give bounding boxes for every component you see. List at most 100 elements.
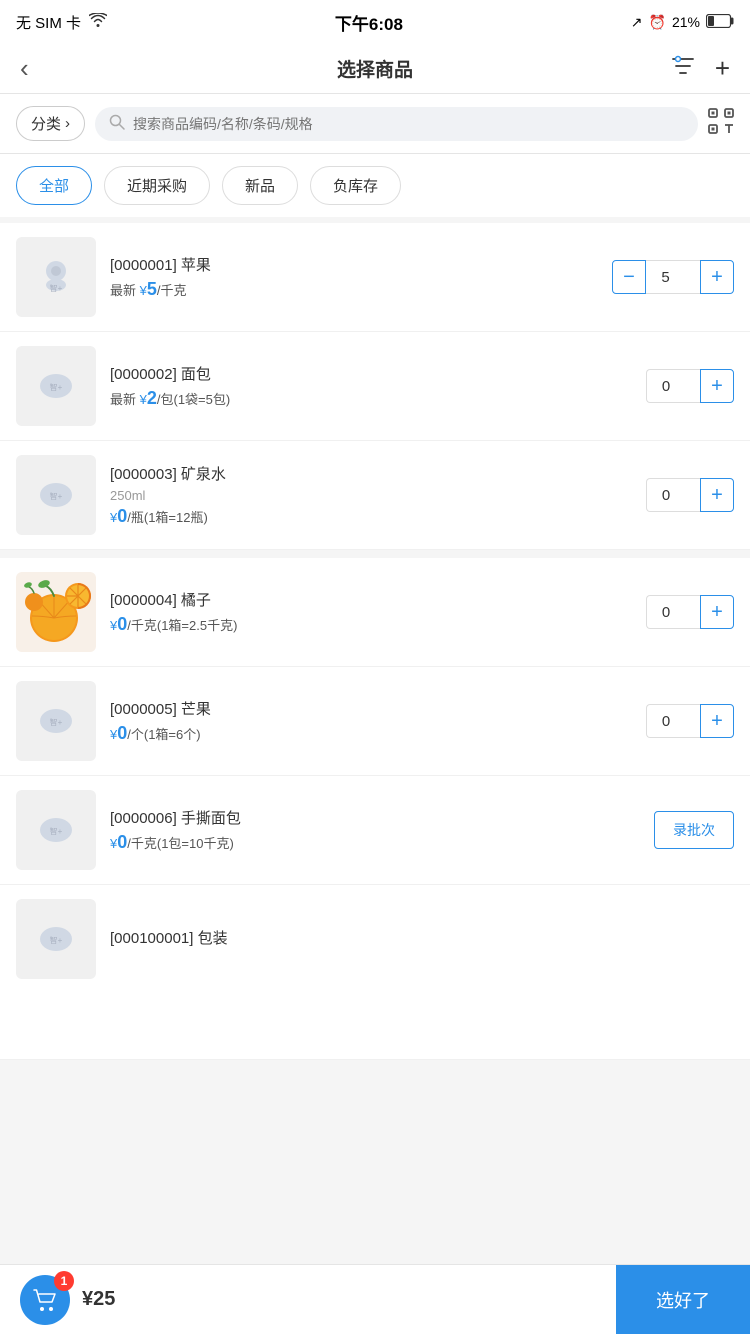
product-image [16,572,96,652]
product-info: [0000006] 手撕面包 ¥0/千克(1包=10千克) [110,807,640,853]
product-price: 最新 ¥2/包(1袋=5包) [110,388,632,409]
product-name: [0000003] 矿泉水 [110,463,632,484]
qty-input[interactable] [646,260,700,294]
qty-input[interactable] [646,595,700,629]
price-unit: /千克(1箱=2.5千克) [127,618,237,633]
product-info: [0000003] 矿泉水 250ml ¥0/瓶(1箱=12瓶) [110,463,632,527]
qty-plus-button[interactable]: + [700,704,734,738]
alarm-icon: ⏰ [649,14,666,31]
section-separator [0,550,750,558]
price-unit: /千克(1包=10千克) [127,836,234,851]
placeholder-icon: 智+ [16,346,96,426]
filter-icon[interactable] [671,55,695,83]
qty-control: + [646,595,734,629]
cart-button[interactable]: 1 [20,1275,70,1325]
qty-input[interactable] [646,704,700,738]
tab-recent[interactable]: 近期采购 [104,166,210,205]
record-batch-button[interactable]: 录批次 [654,811,734,849]
svg-text:智+: 智+ [50,382,63,392]
qty-input[interactable] [646,369,700,403]
qty-control: + [646,478,734,512]
qty-control: + [646,369,734,403]
nav-bar: ‹ 选择商品 + [0,44,750,94]
product-info: [0000005] 芒果 ¥0/个(1箱=6个) [110,698,632,744]
price-latest-label: 最新 [110,392,140,407]
product-name: [0000004] 橘子 [110,589,632,610]
product-price: ¥0/千克(1箱=2.5千克) [110,614,632,635]
price-unit: /千克 [157,283,187,298]
product-spec: 250ml [110,488,632,503]
svg-text:智+: 智+ [50,283,63,293]
price-value: 0 [117,614,127,634]
product-name: [000100001] 包装 [110,927,734,948]
back-button[interactable]: ‹ [20,53,29,84]
qty-plus-button[interactable]: + [700,260,734,294]
page-title: 选择商品 [337,55,413,82]
wifi-icon [89,13,107,31]
filter-tabs: 全部 近期采购 新品 负库存 [0,154,750,223]
battery-text: 21% [672,14,700,30]
price-value: 0 [117,506,127,526]
location-icon: ↗ [631,14,643,31]
list-item: 智+ [0000003] 矿泉水 250ml ¥0/瓶(1箱=12瓶) + [0,441,750,550]
list-item: 智+ [000100001] 包装 [0,885,750,1060]
product-image: 智+ [16,237,96,317]
chevron-right-icon: › [65,115,70,132]
product-image: 智+ [16,899,96,979]
price-symbol: ¥ [140,392,147,407]
qty-plus-button[interactable]: + [700,595,734,629]
product-image: 智+ [16,681,96,761]
placeholder-icon: 智+ [16,790,96,870]
product-list: 智+ [0000001] 苹果 最新 ¥5/千克 − + 智+ [0,223,750,1060]
nav-right: + [671,53,730,84]
product-price: 最新 ¥5/千克 [110,279,598,300]
list-item: [0000004] 橘子 ¥0/千克(1箱=2.5千克) + [0,558,750,667]
tab-all[interactable]: 全部 [16,166,92,205]
cart-total: ¥25 [82,1288,115,1311]
price-unit: /包(1袋=5包) [157,392,230,407]
svg-text:智+: 智+ [50,826,63,836]
product-name: [0000001] 苹果 [110,254,598,275]
qty-minus-button[interactable]: − [612,260,646,294]
qty-plus-button[interactable]: + [700,369,734,403]
tab-negative[interactable]: 负库存 [310,166,401,205]
price-unit: /瓶(1箱=12瓶) [127,510,208,525]
svg-text:智+: 智+ [50,717,63,727]
product-name: [0000006] 手撕面包 [110,807,640,828]
search-input-wrap [95,107,698,141]
qty-input[interactable] [646,478,700,512]
category-button[interactable]: 分类 › [16,106,85,141]
search-bar: 分类 › [0,94,750,154]
placeholder-icon: 智+ [16,455,96,535]
list-item: 智+ [0000006] 手撕面包 ¥0/千克(1包=10千克) 录批次 [0,776,750,885]
qty-plus-button[interactable]: + [700,478,734,512]
placeholder-icon: 智+ [16,681,96,761]
category-label: 分类 [31,113,61,134]
svg-text:智+: 智+ [50,935,63,945]
battery-icon [706,14,734,31]
search-input[interactable] [133,116,684,132]
qty-control: − + [612,260,734,294]
price-value: 0 [117,832,127,852]
product-price: ¥0/个(1箱=6个) [110,723,632,744]
price-symbol: ¥ [140,283,147,298]
confirm-button[interactable]: 选好了 [616,1265,750,1334]
product-name: [0000005] 芒果 [110,698,632,719]
product-image: 智+ [16,346,96,426]
add-button[interactable]: + [715,53,730,84]
price-value: 2 [147,388,157,408]
svg-text:智+: 智+ [50,491,63,501]
nav-left: ‹ [20,53,29,84]
price-latest-label: 最新 [110,283,140,298]
product-info: [000100001] 包装 [110,927,734,952]
scan-icon[interactable] [708,108,734,140]
tab-new[interactable]: 新品 [222,166,298,205]
price-value: 0 [117,723,127,743]
status-right: ↗ ⏰ 21% [631,14,734,31]
search-icon [109,114,125,134]
list-item: 智+ [0000001] 苹果 最新 ¥5/千克 − + [0,223,750,332]
product-image: 智+ [16,455,96,535]
list-item: 智+ [0000002] 面包 最新 ¥2/包(1袋=5包) + [0,332,750,441]
placeholder-icon: 智+ [16,899,96,979]
status-bar: 无 SIM 卡 下午6:08 ↗ ⏰ 21% [0,0,750,44]
